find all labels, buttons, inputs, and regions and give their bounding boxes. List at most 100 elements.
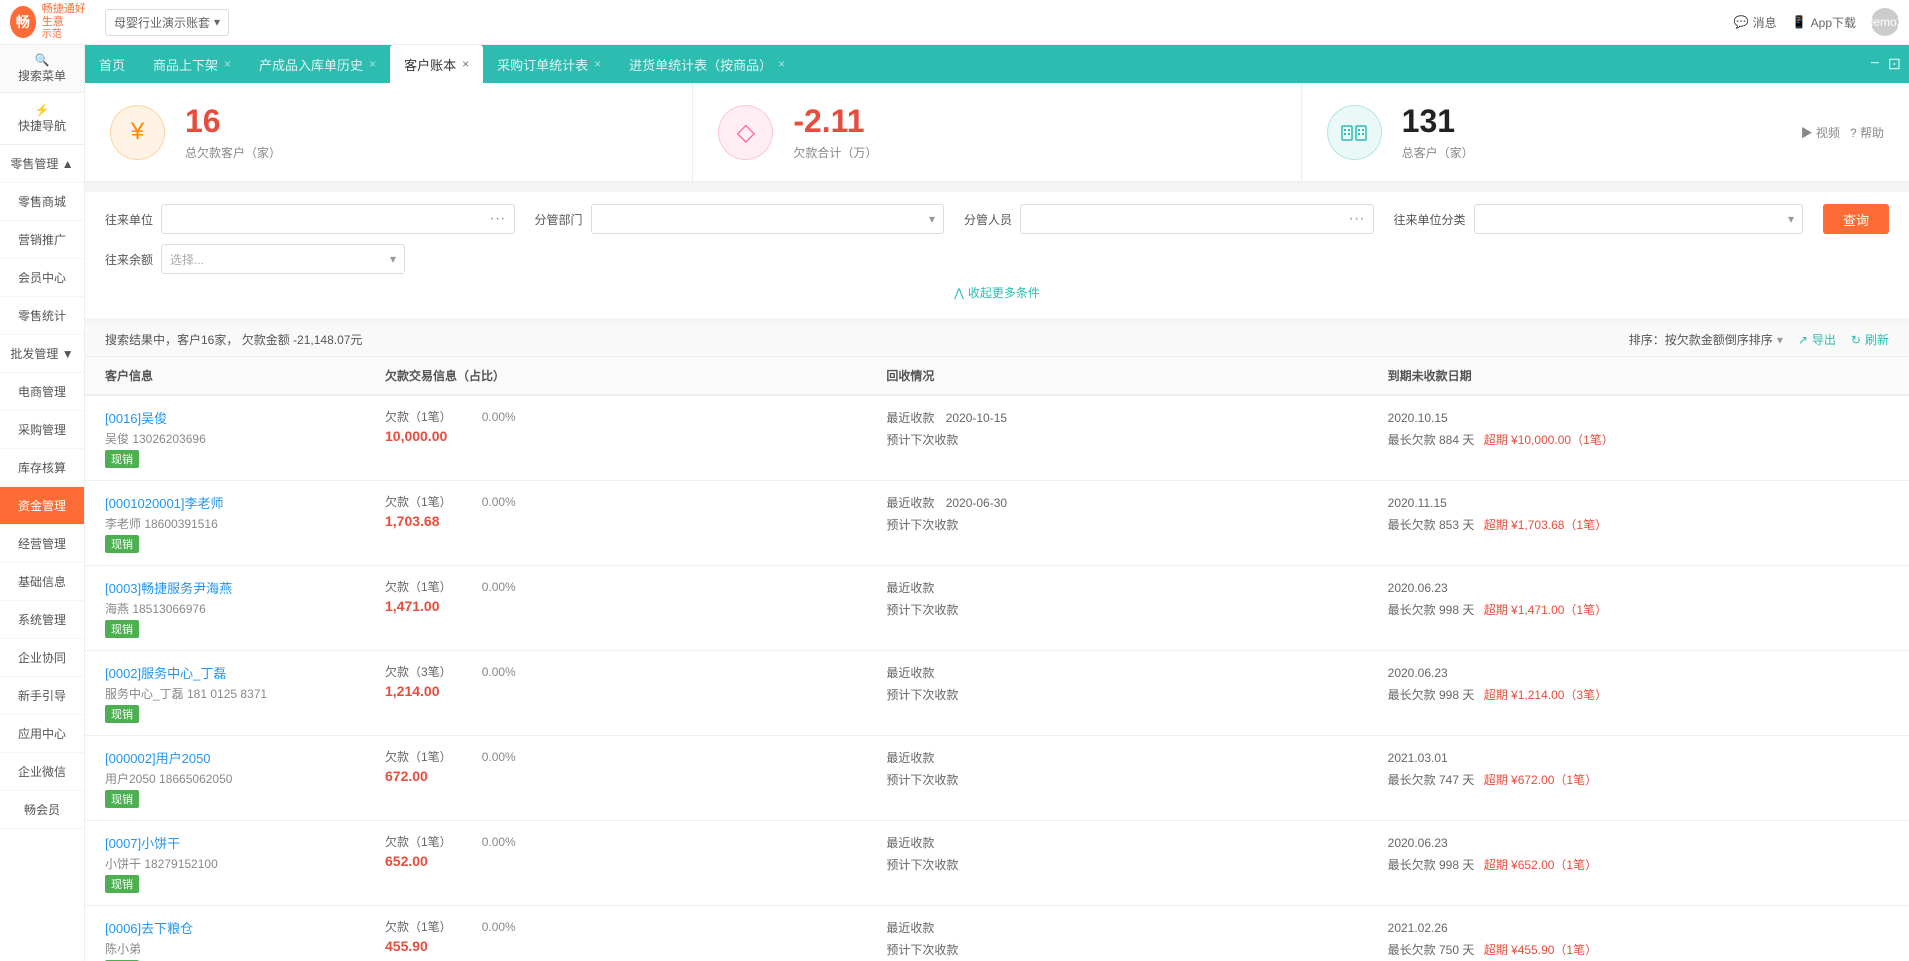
max-overdue-0: 最长欠款 884 天 超期 ¥10,000.00（1笔）	[1388, 430, 1889, 452]
refresh-button[interactable]: ↻ 刷新	[1851, 331, 1889, 348]
sidebar-item-batch-mgmt[interactable]: 批发管理 ▼	[0, 335, 84, 373]
return-info-6: 最近收款 预计下次收款	[886, 918, 1387, 961]
header-overdue: 到期未收款日期	[1388, 367, 1889, 384]
customer-name-6[interactable]: [0006]去下粮仓	[105, 918, 385, 937]
sidebar-item-enterprise[interactable]: 企业协同	[0, 639, 84, 677]
overdue-link-3[interactable]: 超期 ¥1,214.00（3笔）	[1484, 688, 1607, 702]
sort-label: 排序：按欠款金额倒序排序	[1629, 331, 1773, 348]
from-unit-dots[interactable]: ···	[490, 210, 506, 228]
filter-row-1: 往来单位 ··· 分管部门 ▾	[105, 204, 1889, 234]
table-row: [0001020001]李老师 李老师 18600391516 现销 欠款（1笔…	[85, 481, 1909, 566]
main-area: 🔍 搜索菜单 ⚡ 快捷导航 零售管理 ▲ 零售商城 营销推广 会员中心 零售统计…	[0, 45, 1909, 961]
overdue-link-1[interactable]: 超期 ¥1,703.68（1笔）	[1484, 518, 1607, 532]
header-right: 💬 消息 📱 App下载 demo2	[1734, 8, 1899, 36]
overdue-link-6[interactable]: 超期 ¥455.90（1笔）	[1484, 943, 1597, 957]
debt-info-3: 欠款（3笔） 1,214.00 0.00%	[385, 663, 886, 701]
sidebar-item-wecom[interactable]: 企业微信	[0, 753, 84, 791]
tab-inbound-summary[interactable]: 进货单统计表（按商品） ×	[615, 45, 799, 83]
tab-close-product-listing[interactable]: ×	[224, 57, 231, 71]
balance-label: 往来余额	[105, 251, 153, 268]
store-selector[interactable]: 母婴行业演示账套 ▾	[105, 9, 229, 36]
sidebar-item-operations[interactable]: 经营管理	[0, 525, 84, 563]
header: 畅 畅捷通好生意 示范 母婴行业演示账套 ▾ 💬 消息 📱 App下载 demo…	[0, 0, 1909, 45]
tab-bar: 首页 商品上下架 × 产成品入库单历史 × 客户账本 × 采购订单统计表 ×	[85, 45, 1909, 83]
avatar[interactable]: demo2	[1871, 8, 1899, 36]
dept-chevron-icon: ▾	[929, 212, 935, 226]
sidebar-item-marketing[interactable]: 营销推广	[0, 221, 84, 259]
chevron-down-icon: ▾	[214, 15, 220, 29]
balance-select[interactable]: 选择... ▾	[161, 244, 405, 274]
tab-close-product-inbound[interactable]: ×	[369, 57, 376, 71]
person-dots[interactable]: ···	[1349, 210, 1365, 228]
overdue-link-5[interactable]: 超期 ¥652.00（1笔）	[1484, 858, 1597, 872]
customer-name-3[interactable]: [0002]服务中心_丁磊	[105, 663, 385, 682]
debt-amount-2: 1,471.00	[385, 598, 452, 614]
result-bar-right: 排序：按欠款金额倒序排序 ▾ ↗ 导出 ↻ 刷新	[1629, 331, 1889, 348]
sidebar-item-newbie[interactable]: 新手引导	[0, 677, 84, 715]
overdue-link-2[interactable]: 超期 ¥1,471.00（1笔）	[1484, 603, 1607, 617]
tab-minimize-icon[interactable]: −	[1870, 55, 1879, 73]
customer-name-5[interactable]: [0007]小饼干	[105, 833, 385, 852]
help-button[interactable]: ? 帮助	[1850, 124, 1884, 141]
video-button[interactable]: ▶ 视频	[1801, 124, 1840, 141]
header-return: 回收情况	[886, 367, 1387, 384]
stat-card-debt-total: ◇ -2.11 欠款合计（万）	[693, 83, 1301, 181]
tab-customer-account[interactable]: 客户账本 ×	[390, 45, 483, 83]
customer-name-2[interactable]: [0003]畅捷服务尹海燕	[105, 578, 385, 597]
debt-amount-6: 455.90	[385, 938, 452, 954]
tab-purchase-summary[interactable]: 采购订单统计表 ×	[483, 45, 615, 83]
app-download-button[interactable]: 📱 App下载	[1792, 14, 1856, 31]
overdue-6: 2021.02.26 最长欠款 750 天 超期 ¥455.90（1笔）	[1388, 918, 1889, 961]
customer-name-1[interactable]: [0001020001]李老师	[105, 493, 385, 512]
unit-category-select[interactable]: ▾	[1474, 204, 1803, 234]
customer-contact-1: 李老师 18600391516	[105, 515, 385, 532]
sort-chevron-icon: ▾	[1777, 333, 1783, 347]
sidebar-item-purchase[interactable]: 采购管理	[0, 411, 84, 449]
customer-name-4[interactable]: [000002]用户2050	[105, 748, 385, 767]
unit-category-label: 往来单位分类	[1394, 211, 1466, 228]
overdue-4: 2021.03.01 最长欠款 747 天 超期 ¥672.00（1笔）	[1388, 748, 1889, 791]
person-input[interactable]: ···	[1020, 204, 1373, 234]
overdue-link-0[interactable]: 超期 ¥10,000.00（1笔）	[1484, 433, 1614, 447]
sidebar-item-super-member[interactable]: 畅会员	[0, 791, 84, 829]
sidebar-quick-nav[interactable]: ⚡ 快捷导航	[0, 93, 84, 145]
tab-product-inbound[interactable]: 产成品入库单历史 ×	[245, 45, 390, 83]
sidebar-item-retail-store[interactable]: 零售商城	[0, 183, 84, 221]
sort-select[interactable]: 排序：按欠款金额倒序排序 ▾	[1629, 331, 1783, 348]
search-button[interactable]: 查询	[1823, 204, 1889, 234]
dept-select[interactable]: ▾	[591, 204, 944, 234]
table-row: [0006]去下粮仓 陈小弟 现销 欠款（1笔） 455.90 0.00%	[85, 906, 1909, 961]
content-area: 首页 商品上下架 × 产成品入库单历史 × 客户账本 × 采购订单统计表 ×	[85, 45, 1909, 961]
sidebar-item-members[interactable]: 会员中心	[0, 259, 84, 297]
collapse-button[interactable]: ⋀ 收起更多条件	[954, 284, 1040, 301]
tab-home[interactable]: 首页	[85, 45, 139, 83]
tab-close-customer-account[interactable]: ×	[462, 57, 469, 71]
sidebar-item-finance[interactable]: 资金管理	[0, 487, 84, 525]
sidebar-item-apps[interactable]: 应用中心	[0, 715, 84, 753]
sidebar-item-retail-mgmt[interactable]: 零售管理 ▲	[0, 145, 84, 183]
tab-close-inbound-summary[interactable]: ×	[778, 57, 785, 71]
tab-maximize-icon[interactable]: ⊡	[1888, 54, 1901, 74]
sidebar-search[interactable]: 🔍 搜索菜单	[0, 45, 84, 93]
overdue-link-4[interactable]: 超期 ¥672.00（1笔）	[1484, 773, 1597, 787]
stat-label-total: 总客户（家）	[1402, 144, 1474, 161]
export-button[interactable]: ↗ 导出	[1798, 331, 1836, 348]
customer-tag-2: 现销	[105, 620, 139, 638]
debt-amount-0: 10,000.00	[385, 428, 452, 444]
customer-info-0: [0016]吴俊 吴俊 13026203696 现销	[105, 408, 385, 468]
message-button[interactable]: 💬 消息	[1734, 14, 1777, 31]
tab-close-purchase-summary[interactable]: ×	[594, 57, 601, 71]
stat-info-total: 131 总客户（家）	[1402, 103, 1474, 161]
sidebar-item-inventory[interactable]: 库存核算	[0, 449, 84, 487]
sidebar-item-ecommerce[interactable]: 电商管理	[0, 373, 84, 411]
sidebar-item-basic-info[interactable]: 基础信息	[0, 563, 84, 601]
from-unit-input[interactable]: ···	[161, 204, 514, 234]
debt-info-0: 欠款（1笔） 10,000.00 0.00%	[385, 408, 886, 446]
tab-product-listing[interactable]: 商品上下架 ×	[139, 45, 245, 83]
sidebar-item-system[interactable]: 系统管理	[0, 601, 84, 639]
table-row: [0003]畅捷服务尹海燕 海燕 18513066976 现销 欠款（1笔） 1…	[85, 566, 1909, 651]
stat-card-actions: ▶ 视频 ? 帮助	[1801, 124, 1884, 141]
customer-tag-5: 现销	[105, 875, 139, 893]
sidebar-item-retail-stats[interactable]: 零售统计	[0, 297, 84, 335]
customer-name-0[interactable]: [0016]吴俊	[105, 408, 385, 427]
